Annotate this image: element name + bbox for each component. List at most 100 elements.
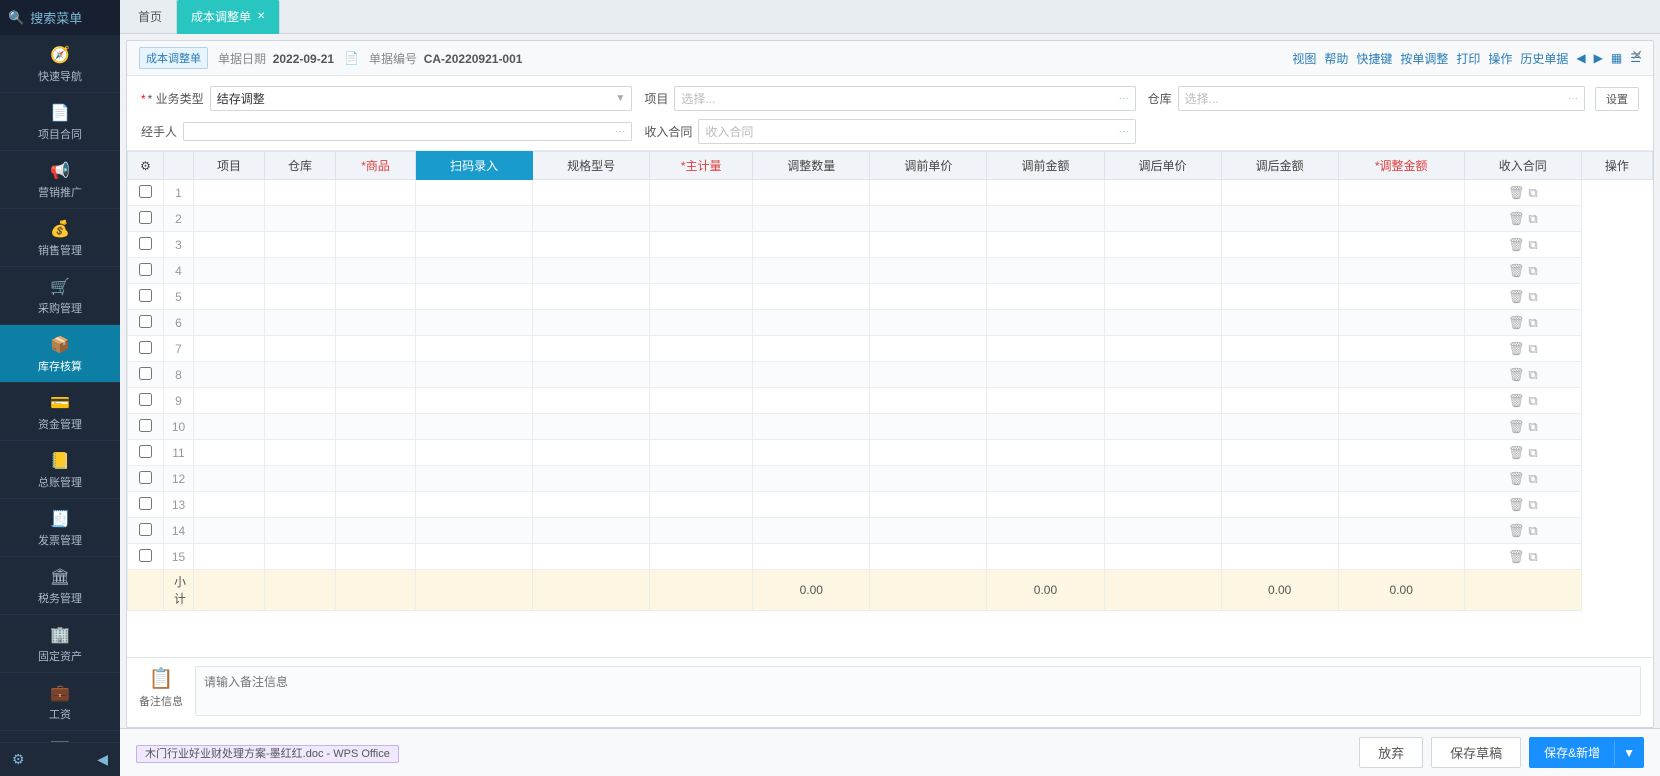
action-history[interactable]: 历史单据 — [1520, 50, 1568, 67]
row-cell-5[interactable] — [416, 518, 533, 544]
row-cell-8[interactable] — [753, 258, 870, 284]
sidebar-item-inventory[interactable]: 📦 库存核算 — [0, 325, 120, 383]
row-cell-2[interactable] — [194, 232, 265, 258]
row-cell-6[interactable] — [533, 310, 650, 336]
biz-type-select[interactable]: 结存调整 ▼ — [210, 86, 633, 111]
row-cell-4[interactable] — [336, 180, 416, 206]
delete-icon[interactable]: 🗑 — [1508, 341, 1525, 357]
row-cell-4[interactable] — [336, 414, 416, 440]
row-cell-10[interactable] — [987, 492, 1104, 518]
row-cell-8[interactable] — [753, 414, 870, 440]
row-cell-10[interactable] — [987, 310, 1104, 336]
discard-button[interactable]: 放弃 — [1359, 737, 1423, 768]
row-cell-4[interactable] — [336, 544, 416, 570]
row-cell-13[interactable] — [1338, 310, 1464, 336]
row-cell-9[interactable] — [870, 310, 987, 336]
row-cell-5[interactable] — [416, 440, 533, 466]
close-button[interactable]: ✕ — [1621, 41, 1653, 70]
delete-icon[interactable]: 🗑 — [1508, 263, 1525, 279]
row-cell-10[interactable] — [987, 440, 1104, 466]
row-cell-6[interactable] — [533, 284, 650, 310]
row-cell-2[interactable] — [194, 362, 265, 388]
row-cell-11[interactable] — [1104, 284, 1221, 310]
delete-icon[interactable]: 🗑 — [1508, 523, 1525, 539]
row-cell-11[interactable] — [1104, 414, 1221, 440]
sidebar-item-salary[interactable]: 💼 工资 — [0, 673, 120, 731]
row-cell-13[interactable] — [1338, 206, 1464, 232]
sidebar-search[interactable]: 🔍 搜索菜单 — [0, 0, 120, 35]
delete-icon[interactable]: 🗑 — [1508, 211, 1525, 227]
row-cell-2[interactable] — [194, 180, 265, 206]
row-cell-13[interactable] — [1338, 388, 1464, 414]
row-cell-9[interactable] — [870, 284, 987, 310]
row-cell-8[interactable] — [753, 492, 870, 518]
row-cell-13[interactable] — [1338, 258, 1464, 284]
row-cell-2[interactable] — [194, 258, 265, 284]
row-cell-11[interactable] — [1104, 388, 1221, 414]
row-cell-9[interactable] — [870, 518, 987, 544]
delete-icon[interactable]: 🗑 — [1508, 393, 1525, 409]
row-cell-9[interactable] — [870, 466, 987, 492]
row-cell-3[interactable] — [265, 414, 336, 440]
row-cell-3[interactable] — [265, 180, 336, 206]
row-cell-13[interactable] — [1338, 544, 1464, 570]
row-cell-8[interactable] — [753, 206, 870, 232]
row-cell-5[interactable] — [416, 232, 533, 258]
copy-icon[interactable]: ⧉ — [1528, 289, 1537, 305]
row-cell-7[interactable] — [650, 232, 753, 258]
row-cell-13[interactable] — [1338, 336, 1464, 362]
row-cell-4[interactable] — [336, 518, 416, 544]
copy-icon[interactable]: ⧉ — [1528, 315, 1537, 331]
settings-icon[interactable]: ⚙ — [12, 751, 25, 768]
row-cell-13[interactable] — [1338, 492, 1464, 518]
row-cell-8[interactable] — [753, 180, 870, 206]
row-cell-2[interactable] — [194, 284, 265, 310]
row-cell-7[interactable] — [650, 518, 753, 544]
row-cell-12[interactable] — [1221, 180, 1338, 206]
row-cell-6[interactable] — [533, 362, 650, 388]
collapse-icon[interactable]: ◀ — [97, 751, 108, 768]
row-cell-2[interactable] — [194, 414, 265, 440]
row-cell-10[interactable] — [987, 180, 1104, 206]
row-cell-10[interactable] — [987, 466, 1104, 492]
row-cell-3[interactable] — [265, 336, 336, 362]
row-cell-2[interactable] — [194, 518, 265, 544]
row-cell-12[interactable] — [1221, 362, 1338, 388]
row-cell-2[interactable] — [194, 440, 265, 466]
row-cell-12[interactable] — [1221, 440, 1338, 466]
row-cell-10[interactable] — [987, 284, 1104, 310]
action-view[interactable]: 视图 — [1292, 50, 1316, 67]
row-cell-7[interactable] — [650, 414, 753, 440]
nav-prev-icon[interactable]: ◀ — [1576, 51, 1585, 65]
row-cell-3[interactable] — [265, 362, 336, 388]
row-cell-7[interactable] — [650, 440, 753, 466]
sidebar-item-invoice[interactable]: 🧾 发票管理 — [0, 499, 120, 557]
sidebar-item-purchase[interactable]: 🛒 采购管理 — [0, 267, 120, 325]
row-cell-12[interactable] — [1221, 206, 1338, 232]
row-cell-7[interactable] — [650, 544, 753, 570]
tab-cost-adjust[interactable]: 成本调整单✕ — [177, 0, 280, 34]
row-cell-4[interactable] — [336, 336, 416, 362]
row-cell-3[interactable] — [265, 492, 336, 518]
copy-icon[interactable]: ⧉ — [1528, 549, 1537, 565]
row-cell-10[interactable] — [987, 258, 1104, 284]
row-cell-3[interactable] — [265, 466, 336, 492]
row-cell-12[interactable] — [1221, 258, 1338, 284]
row-cell-2[interactable] — [194, 466, 265, 492]
row-cell-11[interactable] — [1104, 180, 1221, 206]
row-checkbox[interactable] — [139, 263, 152, 276]
row-cell-9[interactable] — [870, 362, 987, 388]
row-cell-12[interactable] — [1221, 492, 1338, 518]
row-cell-3[interactable] — [265, 258, 336, 284]
row-checkbox[interactable] — [139, 185, 152, 198]
copy-icon[interactable]: ⧉ — [1528, 237, 1537, 253]
row-cell-5[interactable] — [416, 544, 533, 570]
row-cell-9[interactable] — [870, 258, 987, 284]
row-cell-9[interactable] — [870, 206, 987, 232]
row-cell-7[interactable] — [650, 362, 753, 388]
row-cell-7[interactable] — [650, 284, 753, 310]
row-checkbox[interactable] — [139, 497, 152, 510]
row-cell-3[interactable] — [265, 206, 336, 232]
row-cell-12[interactable] — [1221, 518, 1338, 544]
row-cell-7[interactable] — [650, 336, 753, 362]
